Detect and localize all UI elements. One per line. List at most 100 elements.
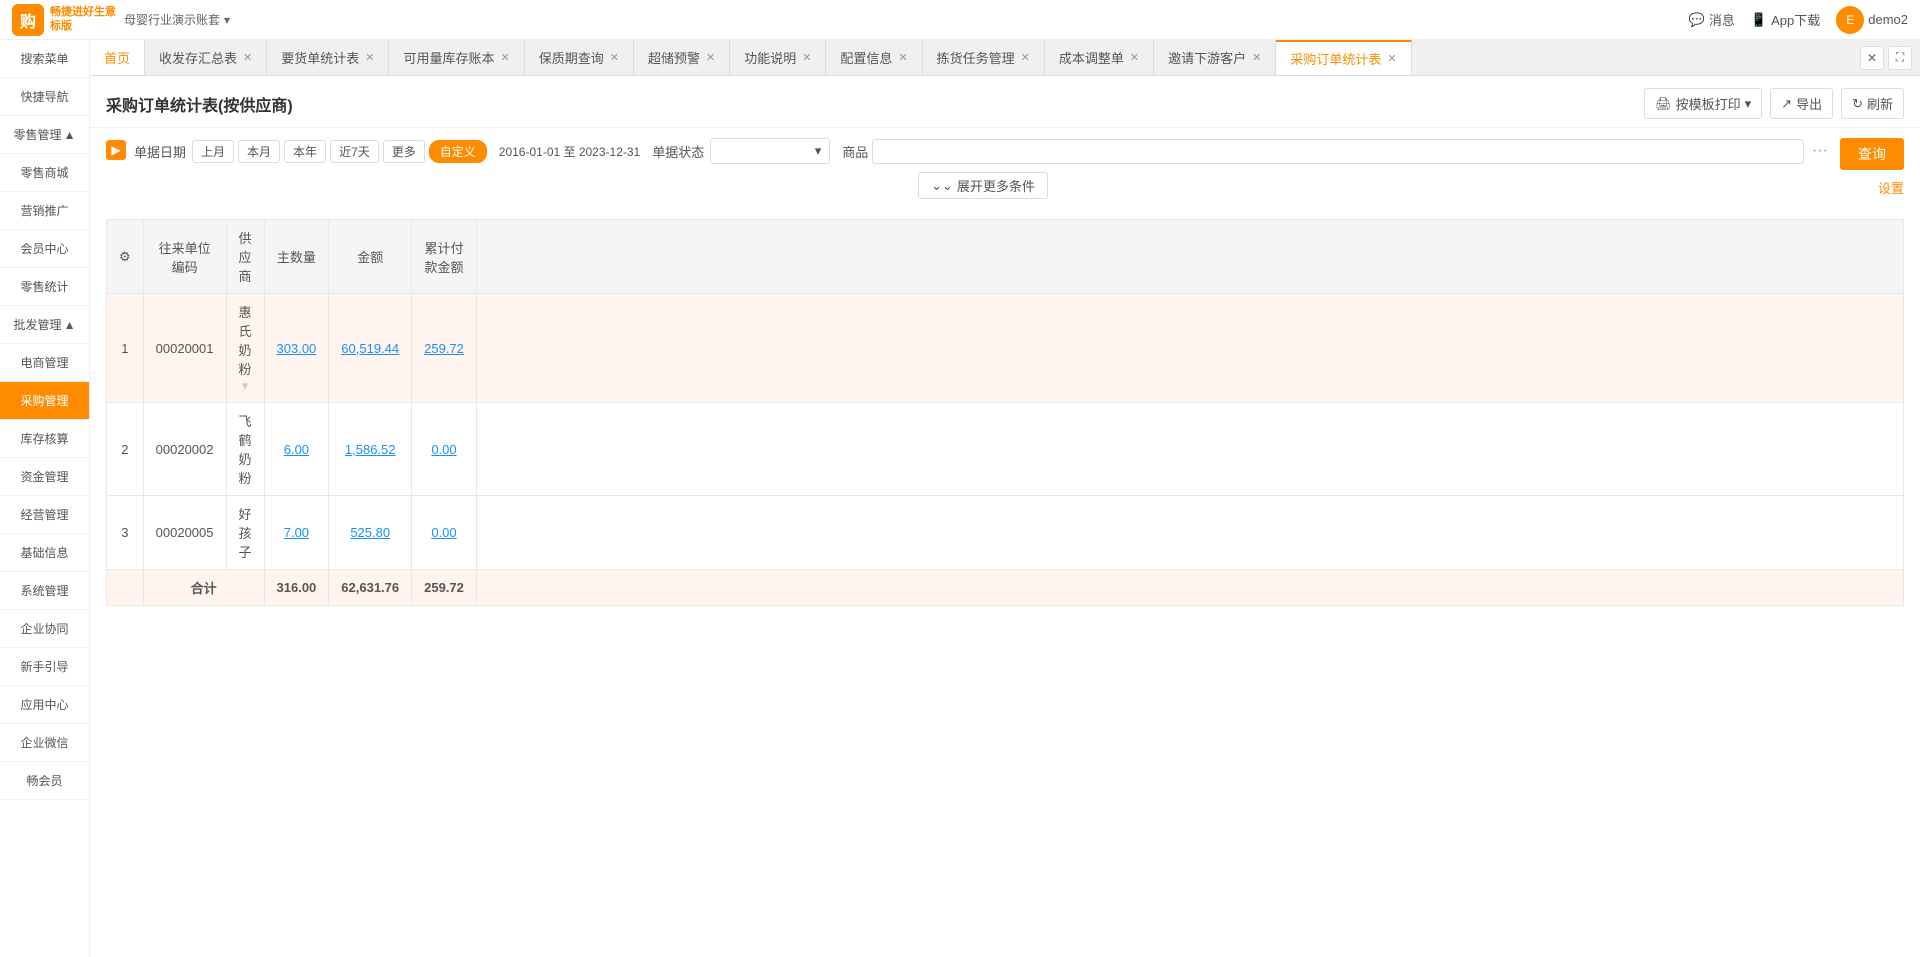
date-btn-custom[interactable]: 自定义 <box>429 140 487 163</box>
sidebar-item-enterprise[interactable]: 企业协同 <box>0 610 89 648</box>
sidebar-item-newguide[interactable]: 新手引导 <box>0 648 89 686</box>
tab-close-paihuoren[interactable]: ✕ <box>1021 51 1030 64</box>
tab-yaohuo[interactable]: 要货单统计表 ✕ <box>267 40 389 76</box>
template-arrow-icon: ▾ <box>1745 96 1752 112</box>
tab-peizhi[interactable]: 配置信息 ✕ <box>826 40 922 76</box>
expand-row-icon-1[interactable]: ▾ <box>242 378 249 393</box>
footer-extra <box>476 570 1903 606</box>
sidebar-item-inventory[interactable]: 库存核算 <box>0 420 89 458</box>
date-btn-this-month[interactable]: 本月 <box>238 140 280 163</box>
top-bar-right: 💬 消息 📱 App下载 E demo2 <box>1689 6 1908 34</box>
sidebar-item-vip[interactable]: 畅会员 <box>0 762 89 800</box>
tab-yaoqing[interactable]: 邀请下游客户 ✕ <box>1154 40 1276 76</box>
paid-link-3[interactable]: 0.00 <box>431 525 456 540</box>
sidebar-item-finance[interactable]: 资金管理 <box>0 458 89 496</box>
cell-code-2: 00020002 <box>143 403 226 496</box>
query-button[interactable]: 查询 <box>1840 138 1904 170</box>
quantity-link-3[interactable]: 7.00 <box>284 525 309 540</box>
goods-more-icon[interactable]: ··· <box>1808 142 1832 160</box>
message-button[interactable]: 💬 消息 <box>1689 10 1735 29</box>
settings-link[interactable]: 设置 <box>1878 178 1904 197</box>
status-filter: 单据状态 ▾ <box>652 138 830 164</box>
top-bar: 购 畅捷进好生意 标版 母婴行业演示账套 ▾ 💬 消息 📱 App下载 E de… <box>0 0 1920 40</box>
sidebar-item-system[interactable]: 系统管理 <box>0 572 89 610</box>
retail-arrow-icon: ▲ <box>64 128 76 142</box>
date-btn-this-year[interactable]: 本年 <box>284 140 326 163</box>
date-btn-7days[interactable]: 近7天 <box>330 140 379 163</box>
cell-supplier-3: 好孩子 <box>226 496 264 570</box>
tab-paihuoren[interactable]: 拣货任务管理 ✕ <box>923 40 1045 76</box>
page-actions: 🖨 按模板打印 ▾ ↗ 导出 ↻ 刷新 <box>1644 88 1904 119</box>
sidebar-item-marketing[interactable]: 营销推广 <box>0 192 89 230</box>
export-button[interactable]: ↗ 导出 <box>1770 88 1833 119</box>
amount-link-1[interactable]: 60,519.44 <box>341 341 399 356</box>
sidebar-item-retail-stat[interactable]: 零售统计 <box>0 268 89 306</box>
goods-input[interactable] <box>872 139 1804 164</box>
tab-close-chaochu[interactable]: ✕ <box>706 51 715 64</box>
tab-close-yaoqing[interactable]: ✕ <box>1252 51 1261 64</box>
date-label: 单据日期 <box>134 142 186 161</box>
status-select-arrow: ▾ <box>815 143 822 159</box>
tab-close-chengben[interactable]: ✕ <box>1130 51 1139 64</box>
date-btn-last-month[interactable]: 上月 <box>192 140 234 163</box>
tab-caigou[interactable]: 采购订单统计表 ✕ <box>1276 40 1411 76</box>
user-menu[interactable]: E demo2 <box>1836 6 1908 34</box>
sidebar-item-wholesale[interactable]: 批发管理 ▲ <box>0 306 89 344</box>
cell-supplier-1: 惠氏奶粉 ▾ <box>226 294 264 403</box>
sidebar-item-shortcut[interactable]: 快捷导航 <box>0 78 89 116</box>
refresh-button[interactable]: ↻ 刷新 <box>1841 88 1904 119</box>
template-print-button[interactable]: 🖨 按模板打印 ▾ <box>1644 88 1762 119</box>
refresh-icon: ↻ <box>1852 96 1863 112</box>
tab-close-gongneng[interactable]: ✕ <box>802 51 811 64</box>
avatar: E <box>1836 6 1864 34</box>
date-btn-more[interactable]: 更多 <box>383 140 425 163</box>
main-layout: 搜索菜单 快捷导航 零售管理 ▲ 零售商城 营销推广 会员中心 零售统计 批发管… <box>0 40 1920 957</box>
expand-more-button[interactable]: ⌄⌄ 展开更多条件 <box>918 172 1048 199</box>
tab-close-shoufa[interactable]: ✕ <box>243 51 252 64</box>
paid-link-2[interactable]: 0.00 <box>431 442 456 457</box>
sidebar-item-purchase[interactable]: 采购管理 <box>0 382 89 420</box>
filter-content: 单据日期 上月 本月 本年 近7天 更多 自定义 2016-01-0 <box>134 138 1832 199</box>
table-footer-row: 合计 316.00 62,631.76 259.72 <box>107 570 1904 606</box>
cell-index-2: 2 <box>107 403 144 496</box>
filter-toggle-button[interactable]: ▶ <box>106 140 126 160</box>
sidebar-item-wechat[interactable]: 企业微信 <box>0 724 89 762</box>
tab-keyong[interactable]: 可用量库存账本 ✕ <box>389 40 524 76</box>
sidebar-item-operation[interactable]: 经营管理 <box>0 496 89 534</box>
sidebar-item-appcenter[interactable]: 应用中心 <box>0 686 89 724</box>
app-download-button[interactable]: 📱 App下载 <box>1751 10 1820 29</box>
tab-close-peizhi[interactable]: ✕ <box>898 51 907 64</box>
sidebar-item-search[interactable]: 搜索菜单 <box>0 40 89 78</box>
filter-section: ▶ 单据日期 上月 本月 本年 近7天 更多 自定义 <box>90 128 1920 209</box>
sidebar-item-retail[interactable]: 零售管理 ▲ <box>0 116 89 154</box>
th-quantity: 主数量 <box>264 220 329 294</box>
tab-chengben[interactable]: 成本调整单 ✕ <box>1045 40 1154 76</box>
quantity-link-2[interactable]: 6.00 <box>284 442 309 457</box>
breadcrumb-text: 母婴行业演示账套 <box>124 11 220 28</box>
sidebar-item-basic[interactable]: 基础信息 <box>0 534 89 572</box>
tab-close-caigou[interactable]: ✕ <box>1387 52 1396 65</box>
sidebar-item-retail-shop[interactable]: 零售商城 <box>0 154 89 192</box>
tab-baozhiqi[interactable]: 保质期查询 ✕ <box>525 40 634 76</box>
tab-close-keyong[interactable]: ✕ <box>501 51 510 64</box>
paid-link-1[interactable]: 259.72 <box>424 341 464 356</box>
goods-label: 商品 <box>842 142 868 161</box>
tab-shoufa[interactable]: 收发存汇总表 ✕ <box>145 40 267 76</box>
tab-gongneng[interactable]: 功能说明 ✕ <box>730 40 826 76</box>
tab-close-all-button[interactable]: ✕ <box>1860 46 1884 70</box>
sidebar-item-member[interactable]: 会员中心 <box>0 230 89 268</box>
download-icon: 📱 <box>1751 12 1767 28</box>
sidebar-item-ecommerce[interactable]: 电商管理 <box>0 344 89 382</box>
tab-maximize-button[interactable]: ⛶ <box>1888 46 1912 70</box>
breadcrumb[interactable]: 母婴行业演示账套 ▾ <box>124 11 230 28</box>
tab-close-baozhiqi[interactable]: ✕ <box>610 51 619 64</box>
cell-supplier-2: 飞鹤奶粉 <box>226 403 264 496</box>
tab-chaochu[interactable]: 超储预警 ✕ <box>634 40 730 76</box>
amount-link-3[interactable]: 525.80 <box>350 525 390 540</box>
tab-home[interactable]: 首页 <box>90 40 145 76</box>
status-select[interactable]: ▾ <box>710 138 830 164</box>
quantity-link-1[interactable]: 303.00 <box>277 341 317 356</box>
tab-close-yaohuo[interactable]: ✕ <box>365 51 374 64</box>
date-filter: 单据日期 上月 本月 本年 近7天 更多 自定义 <box>134 140 487 163</box>
amount-link-2[interactable]: 1,586.52 <box>345 442 396 457</box>
